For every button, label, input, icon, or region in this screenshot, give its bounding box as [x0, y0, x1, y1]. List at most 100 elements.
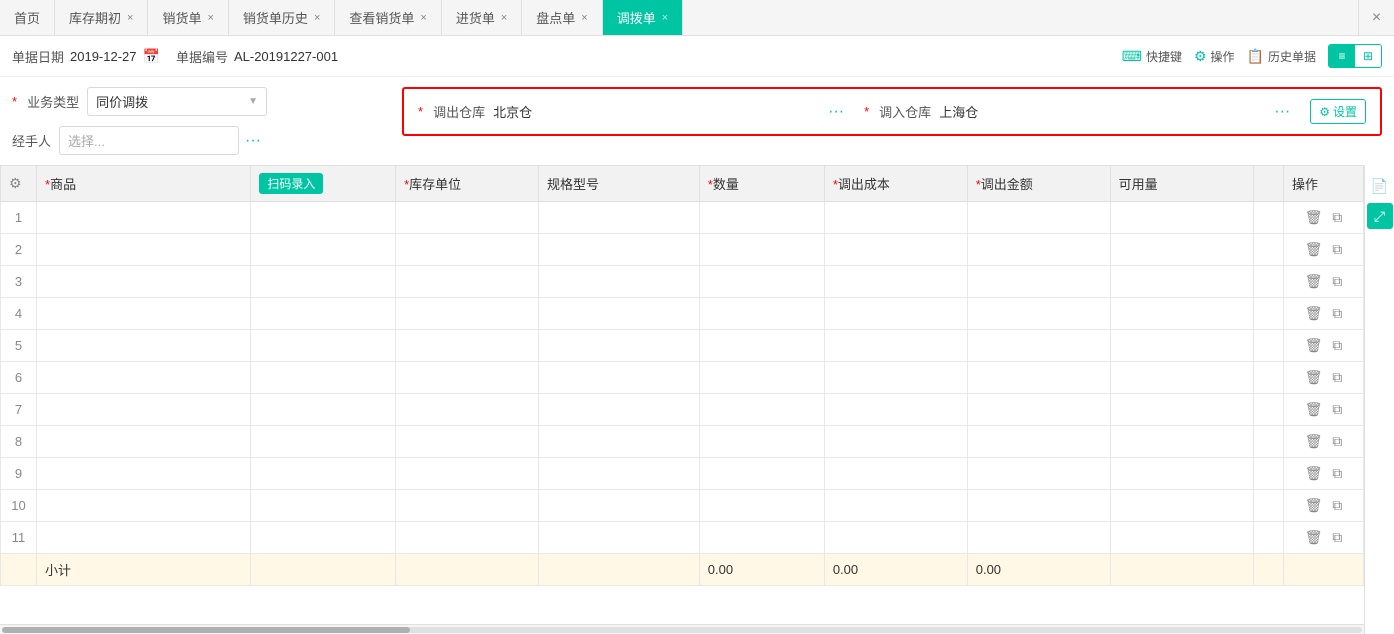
row-spec-10[interactable]	[539, 490, 700, 522]
copy-icon-6[interactable]: ⧉	[1332, 369, 1342, 385]
operations-button[interactable]: ⚙ 操作	[1194, 48, 1235, 65]
row-cost-6[interactable]	[824, 362, 967, 394]
row-qty-2[interactable]	[699, 234, 824, 266]
row-cost-8[interactable]	[824, 426, 967, 458]
copy-icon-8[interactable]: ⧉	[1332, 433, 1342, 449]
row-product-2[interactable]	[37, 234, 251, 266]
row-unit-2[interactable]	[396, 234, 539, 266]
row-qty-3[interactable]	[699, 266, 824, 298]
row-spec-6[interactable]	[539, 362, 700, 394]
delete-icon-9[interactable]: 🗑	[1305, 465, 1323, 481]
tab-stocktake-close[interactable]: ×	[581, 12, 587, 24]
row-product-4[interactable]	[37, 298, 251, 330]
row-spec-9[interactable]	[539, 458, 700, 490]
row-unit-5[interactable]	[396, 330, 539, 362]
row-cost-3[interactable]	[824, 266, 967, 298]
tab-inventory-init-close[interactable]: ×	[127, 12, 133, 24]
row-product-7[interactable]	[37, 394, 251, 426]
view-toggle-grid[interactable]: ⊞	[1355, 45, 1381, 67]
delete-icon-10[interactable]: 🗑	[1305, 497, 1323, 513]
row-cost-9[interactable]	[824, 458, 967, 490]
row-qty-5[interactable]	[699, 330, 824, 362]
row-spec-8[interactable]	[539, 426, 700, 458]
tab-transfer-close[interactable]: ×	[662, 12, 668, 24]
delete-icon-5[interactable]: 🗑	[1305, 337, 1323, 353]
window-close-button[interactable]: ×	[1358, 0, 1394, 36]
person-more-button[interactable]: ···	[245, 132, 261, 150]
tab-sales-order-close[interactable]: ×	[207, 12, 213, 24]
row-amount-1[interactable]	[967, 202, 1110, 234]
copy-icon-3[interactable]: ⧉	[1332, 273, 1342, 289]
delete-icon-1[interactable]: 🗑	[1305, 209, 1323, 225]
row-cost-7[interactable]	[824, 394, 967, 426]
tab-stocktake[interactable]: 盘点单 ×	[522, 0, 602, 35]
delete-icon-2[interactable]: 🗑	[1305, 241, 1323, 257]
tab-sales-history[interactable]: 销货单历史 ×	[229, 0, 335, 35]
sidebar-expand-icon[interactable]: ⤢	[1367, 203, 1393, 229]
row-unit-6[interactable]	[396, 362, 539, 394]
row-product-6[interactable]	[37, 362, 251, 394]
row-cost-1[interactable]	[824, 202, 967, 234]
copy-icon-11[interactable]: ⧉	[1332, 529, 1342, 545]
row-amount-10[interactable]	[967, 490, 1110, 522]
row-amount-6[interactable]	[967, 362, 1110, 394]
row-unit-1[interactable]	[396, 202, 539, 234]
row-spec-5[interactable]	[539, 330, 700, 362]
delete-icon-4[interactable]: 🗑	[1305, 305, 1323, 321]
table-settings-icon[interactable]: ⚙	[9, 175, 22, 191]
warehouse-in-more-button[interactable]: ···	[1274, 103, 1290, 121]
row-product-1[interactable]	[37, 202, 251, 234]
row-amount-9[interactable]	[967, 458, 1110, 490]
row-unit-7[interactable]	[396, 394, 539, 426]
row-unit-10[interactable]	[396, 490, 539, 522]
row-amount-11[interactable]	[967, 522, 1110, 554]
row-product-9[interactable]	[37, 458, 251, 490]
warehouse-out-more-button[interactable]: ···	[828, 103, 844, 121]
row-product-10[interactable]	[37, 490, 251, 522]
row-product-3[interactable]	[37, 266, 251, 298]
row-qty-6[interactable]	[699, 362, 824, 394]
settings-button[interactable]: ⚙ 设置	[1310, 99, 1366, 124]
row-spec-11[interactable]	[539, 522, 700, 554]
business-type-select[interactable]: 同价调拨 ▼	[87, 87, 267, 116]
row-amount-8[interactable]	[967, 426, 1110, 458]
row-product-11[interactable]	[37, 522, 251, 554]
history-button[interactable]: 📋 历史单据	[1247, 48, 1316, 65]
row-qty-8[interactable]	[699, 426, 824, 458]
copy-icon-10[interactable]: ⧉	[1332, 497, 1342, 513]
copy-icon-7[interactable]: ⧉	[1332, 401, 1342, 417]
calendar-icon[interactable]: 📅	[143, 48, 160, 65]
tab-purchase-order[interactable]: 进货单 ×	[442, 0, 522, 35]
tab-sales-history-close[interactable]: ×	[314, 12, 320, 24]
view-toggle-list[interactable]: ≡	[1329, 45, 1355, 67]
row-product-5[interactable]	[37, 330, 251, 362]
row-cost-10[interactable]	[824, 490, 967, 522]
row-spec-3[interactable]	[539, 266, 700, 298]
row-cost-2[interactable]	[824, 234, 967, 266]
row-spec-4[interactable]	[539, 298, 700, 330]
row-unit-11[interactable]	[396, 522, 539, 554]
row-amount-7[interactable]	[967, 394, 1110, 426]
delete-icon-7[interactable]: 🗑	[1305, 401, 1323, 417]
shortcuts-button[interactable]: ⌨ 快捷键	[1122, 48, 1182, 65]
row-amount-2[interactable]	[967, 234, 1110, 266]
tab-sales-order[interactable]: 销货单 ×	[148, 0, 228, 35]
row-qty-1[interactable]	[699, 202, 824, 234]
delete-icon-8[interactable]: 🗑	[1305, 433, 1323, 449]
row-amount-3[interactable]	[967, 266, 1110, 298]
person-input[interactable]: 选择...	[59, 126, 239, 155]
row-product-8[interactable]	[37, 426, 251, 458]
scan-button[interactable]: 扫码录入	[259, 173, 323, 194]
scrollbar-thumb[interactable]	[2, 627, 410, 633]
tab-view-sales-close[interactable]: ×	[420, 12, 426, 24]
delete-icon-6[interactable]: 🗑	[1305, 369, 1323, 385]
row-unit-9[interactable]	[396, 458, 539, 490]
row-unit-8[interactable]	[396, 426, 539, 458]
row-qty-4[interactable]	[699, 298, 824, 330]
row-qty-9[interactable]	[699, 458, 824, 490]
tab-transfer[interactable]: 调拨单 ×	[603, 0, 683, 35]
tab-inventory-init[interactable]: 库存期初 ×	[55, 0, 148, 35]
copy-icon-2[interactable]: ⧉	[1332, 241, 1342, 257]
row-unit-3[interactable]	[396, 266, 539, 298]
row-qty-11[interactable]	[699, 522, 824, 554]
